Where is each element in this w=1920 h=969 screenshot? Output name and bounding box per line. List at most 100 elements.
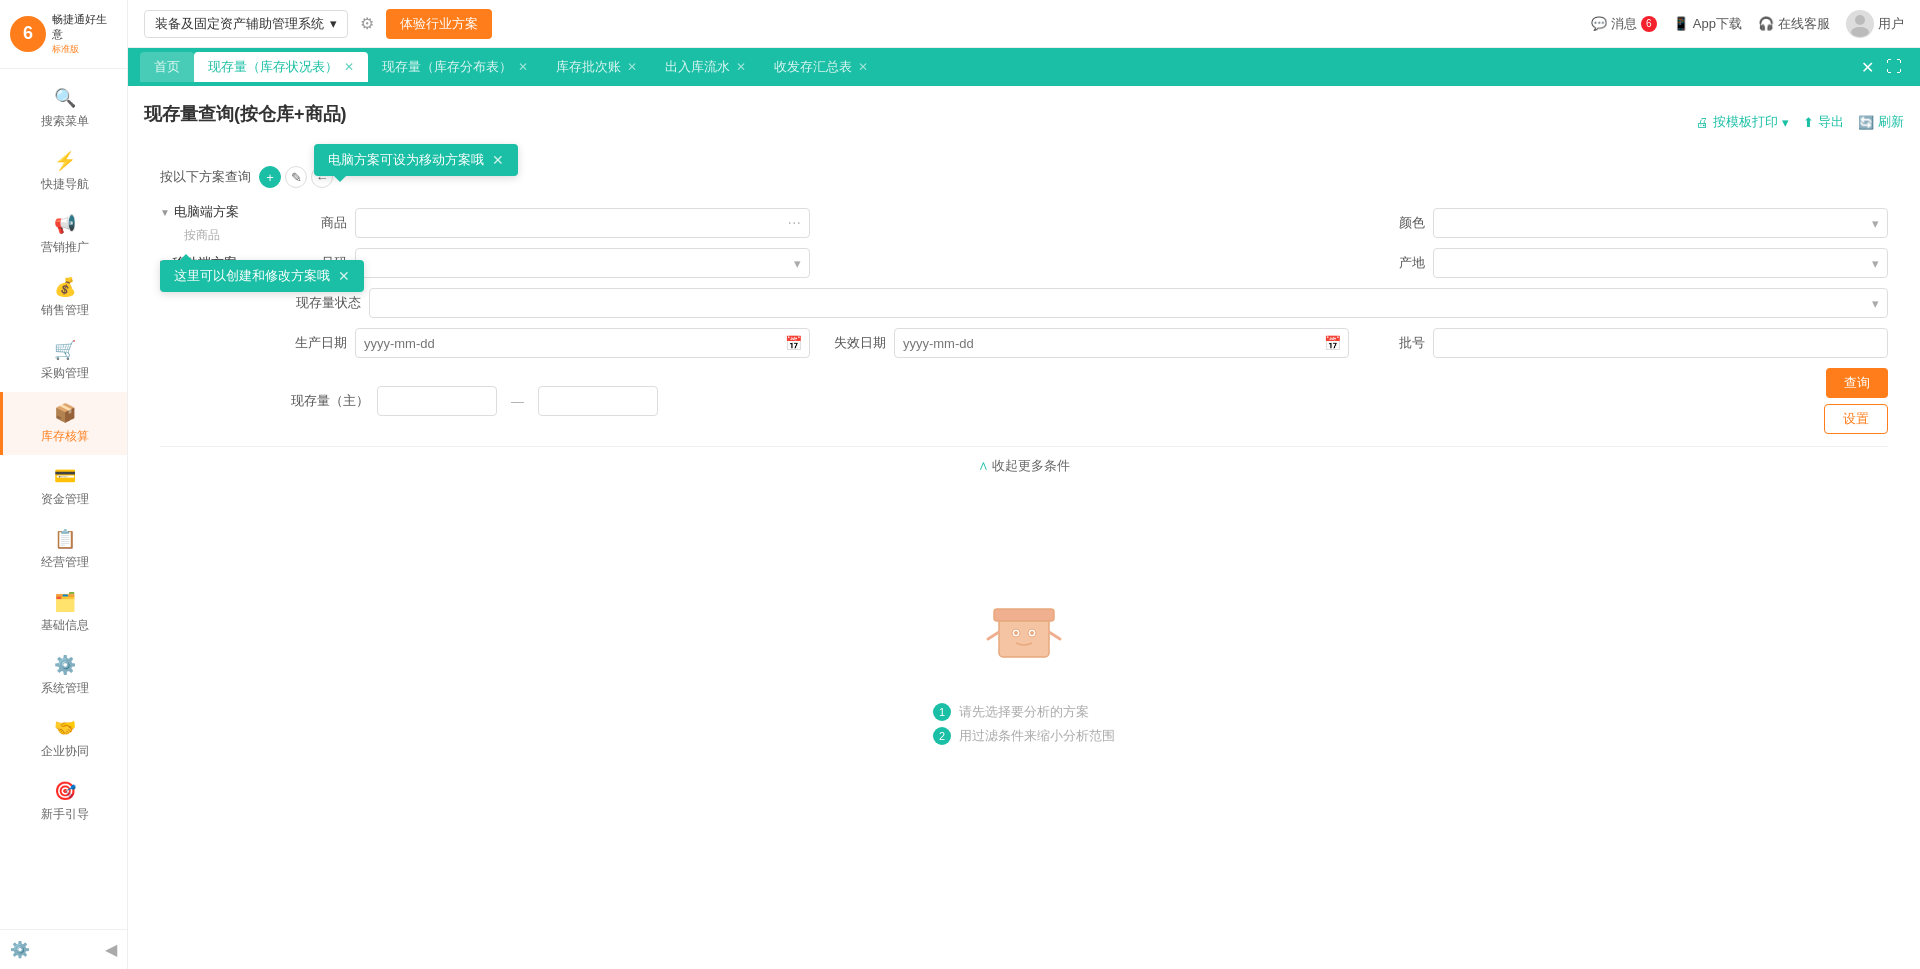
tooltip1-close[interactable]: ✕ bbox=[492, 152, 504, 168]
tabs-bar: 首页 现存量（库存状况表） ✕ 现存量（库存分布表） ✕ 库存批次账 ✕ 出入库… bbox=[128, 48, 1920, 86]
purchase-icon: 🛒 bbox=[54, 339, 76, 361]
batch-input[interactable] bbox=[1433, 328, 1888, 358]
produce-date-label: 生产日期 bbox=[291, 334, 347, 352]
date-rows: 生产日期 📅 失效日期 📅 bbox=[291, 328, 1888, 358]
tab-inout[interactable]: 出入库流水 ✕ bbox=[651, 52, 760, 82]
expire-date-calendar-icon[interactable]: 📅 bbox=[1324, 335, 1341, 351]
app-download-item[interactable]: 📱 App下载 bbox=[1673, 15, 1742, 33]
sidebar-item-system[interactable]: ⚙️ 系统管理 bbox=[0, 644, 127, 707]
expire-date-input[interactable] bbox=[894, 328, 1349, 358]
user-label: 用户 bbox=[1878, 15, 1904, 33]
sidebar: 6 畅捷通好生意 标准版 🔍 搜索菜单 ⚡ 快捷导航 📢 营销推广 💰 销售管理… bbox=[0, 0, 128, 969]
support-icon: 🎧 bbox=[1758, 16, 1774, 31]
sidebar-item-operation[interactable]: 📋 经营管理 bbox=[0, 518, 127, 581]
collapse-sidebar-icon[interactable]: ◀ bbox=[105, 940, 117, 959]
search-icon: 🔍 bbox=[54, 87, 76, 109]
message-icon: 💬 bbox=[1591, 16, 1607, 31]
tab-stock-dist-label: 现存量（库存分布表） bbox=[382, 58, 512, 76]
goods-dots[interactable]: ··· bbox=[788, 214, 801, 232]
sidebar-item-search[interactable]: 🔍 搜索菜单 bbox=[0, 77, 127, 140]
svg-point-7 bbox=[1030, 631, 1034, 635]
tooltip2-close[interactable]: ✕ bbox=[338, 268, 350, 284]
inventory-icon: 📦 bbox=[54, 402, 76, 424]
tab-close-icon[interactable]: ✕ bbox=[344, 60, 354, 74]
stock-main-to-input[interactable] bbox=[538, 386, 658, 416]
origin-label: 产地 bbox=[1369, 254, 1425, 272]
goods-select[interactable]: ··· bbox=[355, 208, 810, 238]
tab-inout-label: 出入库流水 bbox=[665, 58, 730, 76]
add-scheme-btn[interactable]: + bbox=[259, 166, 281, 188]
tab-batch[interactable]: 库存批次账 ✕ bbox=[542, 52, 651, 82]
system-selector[interactable]: 装备及固定资产辅助管理系统 ▾ bbox=[144, 10, 348, 38]
print-arrow: ▾ bbox=[1782, 115, 1789, 130]
filter-section: 按以下方案查询 + ✎ ← 电脑方案可设为移动方案哦 ✕ bbox=[144, 154, 1904, 497]
filter-row-batch: 批号 bbox=[1369, 328, 1888, 358]
online-support-item[interactable]: 🎧 在线客服 bbox=[1758, 15, 1830, 33]
message-badge: 6 bbox=[1641, 16, 1657, 32]
sidebar-item-label: 系统管理 bbox=[41, 680, 89, 697]
tab-stock-status[interactable]: 现存量（库存状况表） ✕ bbox=[194, 52, 368, 82]
system-icon: ⚙️ bbox=[54, 654, 76, 676]
refresh-btn[interactable]: 🔄 刷新 bbox=[1858, 113, 1904, 131]
header-settings-icon[interactable]: ⚙ bbox=[360, 14, 374, 33]
query-btn[interactable]: 查询 bbox=[1826, 368, 1888, 398]
enterprise-icon: 🤝 bbox=[54, 717, 76, 739]
empty-illustration bbox=[974, 577, 1074, 677]
svg-point-0 bbox=[1855, 15, 1865, 25]
tab-close-icon2[interactable]: ✕ bbox=[518, 60, 528, 74]
scheme-desktop[interactable]: ▼ 电脑端方案 bbox=[160, 200, 239, 224]
tab-summary[interactable]: 收发存汇总表 ✕ bbox=[760, 52, 882, 82]
tab-stock-dist[interactable]: 现存量（库存分布表） ✕ bbox=[368, 52, 542, 82]
sidebar-item-basic[interactable]: 🗂️ 基础信息 bbox=[0, 581, 127, 644]
size-select[interactable]: ▾ bbox=[355, 248, 810, 278]
message-item[interactable]: 💬 消息 6 bbox=[1591, 15, 1657, 33]
edit-scheme-btn[interactable]: ✎ bbox=[285, 166, 307, 188]
empty-step-1: 1 请先选择要分析的方案 bbox=[933, 703, 1115, 721]
stock-status-select[interactable]: ▾ bbox=[369, 288, 1888, 318]
size-arrow: ▾ bbox=[794, 256, 801, 271]
stock-main-from-input[interactable] bbox=[377, 386, 497, 416]
sidebar-item-purchase[interactable]: 🛒 采购管理 bbox=[0, 329, 127, 392]
sales-icon: 💰 bbox=[54, 276, 76, 298]
produce-date-calendar-icon[interactable]: 📅 bbox=[785, 335, 802, 351]
collapse-more-btn[interactable]: ∧ 收起更多条件 bbox=[160, 446, 1888, 485]
color-select[interactable]: ▾ bbox=[1433, 208, 1888, 238]
print-btn[interactable]: 🖨 按模板打印 ▾ bbox=[1696, 113, 1789, 131]
scheme-desktop-sub[interactable]: 按商品 bbox=[176, 224, 239, 247]
content-inner: 现存量查询(按仓库+商品) 🖨 按模板打印 ▾ ⬆ 导出 🔄 刷新 bbox=[128, 86, 1920, 969]
phone-icon: 📱 bbox=[1673, 16, 1689, 31]
filter-row-size: 尺码 ▾ bbox=[291, 248, 810, 278]
marketing-icon: 📢 bbox=[54, 213, 76, 235]
industry-btn[interactable]: 体验行业方案 bbox=[386, 9, 492, 39]
origin-select[interactable]: ▾ bbox=[1433, 248, 1888, 278]
tab-close-icon4[interactable]: ✕ bbox=[736, 60, 746, 74]
tab-expand-icon[interactable]: ⛶ bbox=[1880, 58, 1908, 76]
guide-icon: 🎯 bbox=[54, 780, 76, 802]
basic-icon: 🗂️ bbox=[54, 591, 76, 613]
logo-text-block: 畅捷通好生意 标准版 bbox=[52, 12, 117, 56]
user-item[interactable]: 用户 bbox=[1846, 10, 1904, 38]
sidebar-item-marketing[interactable]: 📢 营销推广 bbox=[0, 203, 127, 266]
sidebar-item-enterprise[interactable]: 🤝 企业协同 bbox=[0, 707, 127, 770]
sidebar-item-guide[interactable]: 🎯 新手引导 bbox=[0, 770, 127, 833]
tab-close-icon3[interactable]: ✕ bbox=[627, 60, 637, 74]
content-area: 现存量查询(按仓库+商品) 🖨 按模板打印 ▾ ⬆ 导出 🔄 刷新 bbox=[128, 86, 1920, 969]
tab-close-icon5[interactable]: ✕ bbox=[858, 60, 868, 74]
produce-date-input[interactable] bbox=[355, 328, 810, 358]
sidebar-item-inventory[interactable]: 📦 库存核算 bbox=[0, 392, 127, 455]
header-right: 💬 消息 6 📱 App下载 🎧 在线客服 用户 bbox=[1591, 10, 1904, 38]
origin-arrow: ▾ bbox=[1872, 256, 1879, 271]
operation-icon: 📋 bbox=[54, 528, 76, 550]
set-btn[interactable]: 设置 bbox=[1824, 404, 1888, 434]
finance-icon: 💳 bbox=[54, 465, 76, 487]
tab-close-all-icon[interactable]: ✕ bbox=[1855, 58, 1880, 77]
export-btn[interactable]: ⬆ 导出 bbox=[1803, 113, 1844, 131]
settings-footer-icon[interactable]: ⚙️ bbox=[10, 940, 30, 959]
sidebar-item-sales[interactable]: 💰 销售管理 bbox=[0, 266, 127, 329]
sidebar-item-finance[interactable]: 💳 资金管理 bbox=[0, 455, 127, 518]
app-download-label: App下载 bbox=[1693, 15, 1742, 33]
tab-home[interactable]: 首页 bbox=[140, 52, 194, 82]
step-2-text: 用过滤条件来缩小分析范围 bbox=[959, 727, 1115, 745]
sidebar-item-quick[interactable]: ⚡ 快捷导航 bbox=[0, 140, 127, 203]
sidebar-item-label: 销售管理 bbox=[41, 302, 89, 319]
